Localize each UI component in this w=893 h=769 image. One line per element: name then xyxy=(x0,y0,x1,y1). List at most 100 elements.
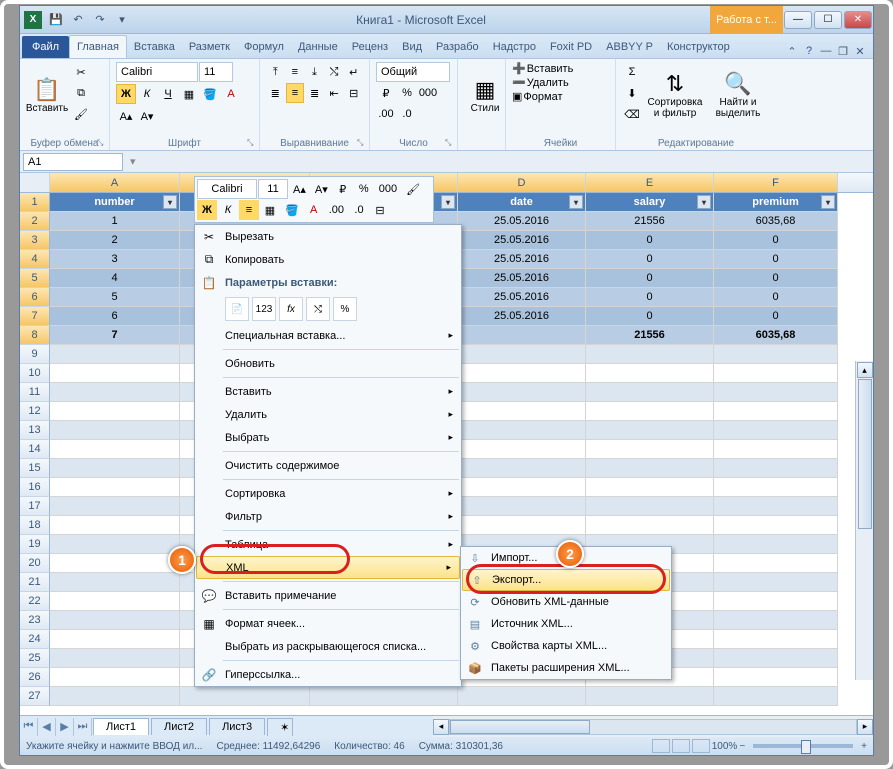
ctx-paste-special[interactable]: Специальная вставка...▸ xyxy=(195,324,461,347)
column-headers[interactable]: ABCDEF xyxy=(20,173,873,193)
ctx-select[interactable]: Выбрать▸ xyxy=(195,426,461,449)
table-cell[interactable]: 21556 xyxy=(586,212,714,231)
empty-cell[interactable] xyxy=(458,478,586,497)
empty-cell[interactable] xyxy=(586,402,714,421)
fill-color-button[interactable]: 🪣 xyxy=(200,84,220,104)
empty-cell[interactable] xyxy=(714,383,838,402)
ctx-clear-contents[interactable]: Очистить содержимое xyxy=(195,454,461,477)
ctx-filter[interactable]: Фильтр▸ xyxy=(195,505,461,528)
xml-map-properties[interactable]: ⚙Свойства карты XML... xyxy=(461,635,671,657)
italic-button[interactable]: К xyxy=(137,84,157,104)
table-cell[interactable]: 21556 xyxy=(586,326,714,345)
empty-cell[interactable] xyxy=(458,364,586,383)
scroll-up-icon[interactable]: ▴ xyxy=(857,362,873,378)
percent-icon[interactable]: % xyxy=(397,83,417,103)
empty-cell[interactable] xyxy=(50,630,180,649)
mini-font-color-icon[interactable]: A xyxy=(304,200,324,220)
table-header-cell[interactable]: salary▾ xyxy=(586,193,714,212)
empty-cell[interactable] xyxy=(714,421,838,440)
empty-cell[interactable] xyxy=(458,402,586,421)
filter-dropdown-icon[interactable]: ▾ xyxy=(821,195,835,209)
sheet-tab-1[interactable]: Лист1 xyxy=(93,718,149,735)
row-header[interactable]: 21 xyxy=(20,573,50,592)
mini-decrease-decimal-icon[interactable]: .0 xyxy=(349,200,369,220)
currency-icon[interactable]: ₽ xyxy=(376,83,396,103)
empty-cell[interactable] xyxy=(50,497,180,516)
xml-source[interactable]: ▤Источник XML... xyxy=(461,613,671,635)
view-pagelayout-icon[interactable] xyxy=(672,739,690,753)
row-header[interactable]: 23 xyxy=(20,611,50,630)
table-cell[interactable]: 25.05.2016 xyxy=(458,307,586,326)
table-cell[interactable]: 25.05.2016 xyxy=(458,250,586,269)
zoom-in-icon[interactable]: + xyxy=(861,741,867,752)
table-cell[interactable]: 0 xyxy=(714,307,838,326)
mini-fill-color-icon[interactable]: 🪣 xyxy=(281,200,303,220)
mini-comma-icon[interactable]: 000 xyxy=(375,179,401,199)
empty-cell[interactable] xyxy=(714,649,838,668)
table-header-cell[interactable]: number▾ xyxy=(50,193,180,212)
table-cell[interactable]: 0 xyxy=(714,250,838,269)
mdi-restore-icon[interactable]: ❐ xyxy=(836,44,850,58)
empty-cell[interactable] xyxy=(180,687,310,706)
indent-decrease-icon[interactable]: ⇤ xyxy=(325,83,344,103)
mini-font-size[interactable]: 11 xyxy=(258,179,288,199)
new-sheet-button[interactable]: ✶ xyxy=(267,718,293,736)
tab-review[interactable]: Реценз xyxy=(345,36,395,58)
undo-icon[interactable]: ↶ xyxy=(68,11,88,29)
tab-formulas[interactable]: Формул xyxy=(237,36,291,58)
mini-percent-icon[interactable]: % xyxy=(354,179,374,199)
empty-cell[interactable] xyxy=(50,364,180,383)
empty-cell[interactable] xyxy=(714,345,838,364)
table-header-cell[interactable]: premium▾ xyxy=(714,193,838,212)
shrink-font-icon[interactable]: A▾ xyxy=(137,106,157,126)
mini-bold-button[interactable]: Ж xyxy=(197,200,217,220)
empty-cell[interactable] xyxy=(714,573,838,592)
empty-cell[interactable] xyxy=(458,459,586,478)
ctx-insert-comment[interactable]: 💬Вставить примечание xyxy=(195,584,461,607)
table-cell[interactable]: 0 xyxy=(586,269,714,288)
help-icon[interactable]: ? xyxy=(802,44,816,58)
empty-cell[interactable] xyxy=(50,668,180,687)
cells-format-icon[interactable]: ▣ xyxy=(512,90,522,103)
empty-cell[interactable] xyxy=(458,687,586,706)
zoom-slider[interactable] xyxy=(753,744,853,748)
clipboard-dialog-icon[interactable]: ⤡ xyxy=(97,138,107,148)
table-cell[interactable]: 6035,68 xyxy=(714,326,838,345)
row-header[interactable]: 18 xyxy=(20,516,50,535)
mini-merge-icon[interactable]: ⊟ xyxy=(370,200,390,220)
sheet-nav-last-icon[interactable]: ⏭ xyxy=(74,718,92,736)
paste-formulas-icon[interactable]: fx xyxy=(279,297,303,321)
minimize-ribbon-icon[interactable]: ⌃ xyxy=(785,44,799,58)
tab-data[interactable]: Данные xyxy=(291,36,345,58)
xml-export[interactable]: ⇧Экспорт... xyxy=(462,569,670,591)
tab-developer[interactable]: Разрабо xyxy=(429,36,486,58)
col-header[interactable]: E xyxy=(586,173,714,192)
row-header[interactable]: 12 xyxy=(20,402,50,421)
empty-cell[interactable] xyxy=(714,535,838,554)
row-header[interactable]: 25 xyxy=(20,649,50,668)
select-all-corner[interactable] xyxy=(20,173,50,192)
sheet-tab-2[interactable]: Лист2 xyxy=(151,718,207,735)
empty-cell[interactable] xyxy=(586,421,714,440)
row-header[interactable]: 11 xyxy=(20,383,50,402)
ctx-hyperlink[interactable]: 🔗Гиперссылка... xyxy=(195,663,461,686)
scroll-left-icon[interactable]: ◂ xyxy=(433,719,449,735)
cells-delete-label[interactable]: Удалить xyxy=(527,77,569,89)
table-cell[interactable]: 25.05.2016 xyxy=(458,231,586,250)
tab-abbyy[interactable]: ABBYY P xyxy=(599,36,660,58)
empty-cell[interactable] xyxy=(586,440,714,459)
empty-cell[interactable] xyxy=(714,497,838,516)
row-header[interactable]: 14 xyxy=(20,440,50,459)
filter-dropdown-icon[interactable]: ▾ xyxy=(163,195,177,209)
empty-cell[interactable] xyxy=(714,516,838,535)
empty-cell[interactable] xyxy=(714,630,838,649)
decrease-decimal-icon[interactable]: .0 xyxy=(397,104,417,124)
font-color-button[interactable]: A xyxy=(221,84,241,104)
cells-format-label[interactable]: Формат xyxy=(523,91,562,103)
ctx-copy[interactable]: ⧉Копировать xyxy=(195,248,461,271)
table-cell[interactable]: 6 xyxy=(50,307,180,326)
tab-design[interactable]: Конструктор xyxy=(660,36,737,58)
row-header[interactable]: 5 xyxy=(20,269,50,288)
tab-foxit[interactable]: Foxit PD xyxy=(543,36,599,58)
find-select-button[interactable]: 🔍 Найти и выделить xyxy=(708,62,768,128)
